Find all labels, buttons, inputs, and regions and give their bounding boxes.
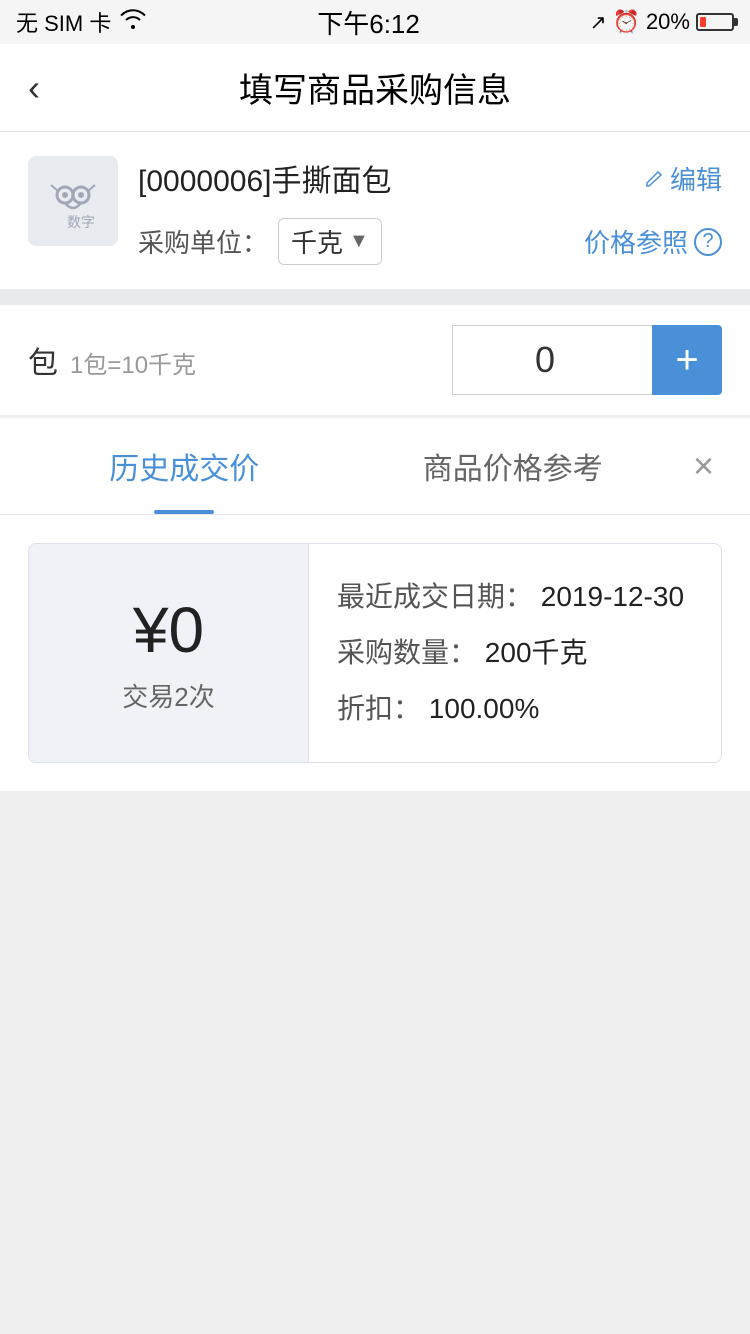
alarm-icon: ⏰ <box>613 9 640 35</box>
recent-date-value: 2019-12-30 <box>541 581 684 612</box>
price-value: 0 <box>169 594 205 666</box>
status-right: ↗ ⏰ 20% <box>590 9 734 35</box>
history-price-content: ¥0 交易2次 最近成交日期： 2019-12-30 采购数量： 200千克 折… <box>0 515 750 791</box>
back-button[interactable]: ‹ <box>28 67 40 109</box>
qty-input-row: + <box>452 325 722 395</box>
product-row: 数字 [0000006]手撕面包 编辑 采购单位： 千克 ▼ <box>28 156 722 265</box>
price-ref-button[interactable]: 价格参照 ? <box>584 223 722 260</box>
quantity-plus-button[interactable]: + <box>652 325 722 395</box>
package-sub-label: 1包=10千克 <box>70 345 196 380</box>
qty-unit-info: 包 1包=10千克 <box>28 338 196 382</box>
unit-row: 采购单位： 千克 ▼ 价格参照 ? <box>138 218 722 265</box>
price-trades-label: 交易2次 <box>122 677 214 714</box>
discount-row: 折扣： 100.00% <box>337 688 693 730</box>
wifi-icon <box>119 9 147 35</box>
help-icon[interactable]: ? <box>694 228 722 256</box>
product-thumbnail: 数字 <box>28 156 118 246</box>
product-name: [0000006]手撕面包 <box>138 156 391 200</box>
unit-select[interactable]: 千克 ▼ <box>278 218 382 265</box>
status-left: 无 SIM 卡 <box>16 6 147 38</box>
purchase-qty-row: 采购数量： 200千克 <box>337 632 693 674</box>
tabs-section: 历史成交价 商品价格参考 × ¥0 交易2次 最近成交日期： 2019-12-3… <box>0 418 750 791</box>
edit-button[interactable]: 编辑 <box>644 160 722 197</box>
tab-price-ref[interactable]: 商品价格参考 <box>348 418 676 514</box>
location-icon: ↗ <box>590 10 607 35</box>
price-card-left: ¥0 交易2次 <box>29 544 309 762</box>
unit-value: 千克 <box>291 223 343 260</box>
battery-percentage: 20% <box>646 9 690 35</box>
recent-date-row: 最近成交日期： 2019-12-30 <box>337 576 693 618</box>
page-title: 填写商品采购信息 <box>239 63 511 112</box>
tab-history-price[interactable]: 历史成交价 <box>20 418 348 514</box>
purchase-qty-label: 采购数量： <box>337 637 477 668</box>
carrier-text: 无 SIM 卡 <box>16 6 111 38</box>
status-time: 下午6:12 <box>317 4 420 41</box>
svg-text:数字: 数字 <box>67 214 95 230</box>
discount-value: 100.00% <box>429 693 540 724</box>
price-card-right: 最近成交日期： 2019-12-30 采购数量： 200千克 折扣： 100.0… <box>309 544 721 762</box>
edit-label: 编辑 <box>670 160 722 197</box>
quantity-input[interactable] <box>452 325 652 395</box>
price-ref-label: 价格参照 <box>584 223 688 260</box>
section-divider <box>0 289 750 305</box>
quantity-row: 包 1包=10千克 + <box>0 305 750 416</box>
product-info: [0000006]手撕面包 编辑 采购单位： 千克 ▼ 价格 <box>138 156 722 265</box>
recent-date-label: 最近成交日期： <box>337 581 533 612</box>
unit-label: 采购单位： <box>138 223 268 260</box>
tabs-header: 历史成交价 商品价格参考 × <box>0 418 750 515</box>
status-bar: 无 SIM 卡 下午6:12 ↗ ⏰ 20% <box>0 0 750 44</box>
tab-close-button[interactable]: × <box>677 435 730 497</box>
battery-icon <box>696 13 734 31</box>
product-card: 数字 [0000006]手撕面包 编辑 采购单位： 千克 ▼ <box>0 132 750 289</box>
price-amount: ¥0 <box>133 593 204 667</box>
tab-price-ref-label: 商品价格参考 <box>423 453 603 486</box>
price-card: ¥0 交易2次 最近成交日期： 2019-12-30 采购数量： 200千克 折… <box>28 543 722 763</box>
tab-history-label: 历史成交价 <box>109 453 259 486</box>
discount-label: 折扣： <box>337 693 421 724</box>
package-unit-label: 包 <box>28 338 58 382</box>
nav-bar: ‹ 填写商品采购信息 <box>0 44 750 132</box>
purchase-qty-value: 200千克 <box>485 637 588 668</box>
chevron-down-icon: ▼ <box>349 230 369 253</box>
price-currency-symbol: ¥ <box>133 594 169 666</box>
product-name-row: [0000006]手撕面包 编辑 <box>138 156 722 200</box>
